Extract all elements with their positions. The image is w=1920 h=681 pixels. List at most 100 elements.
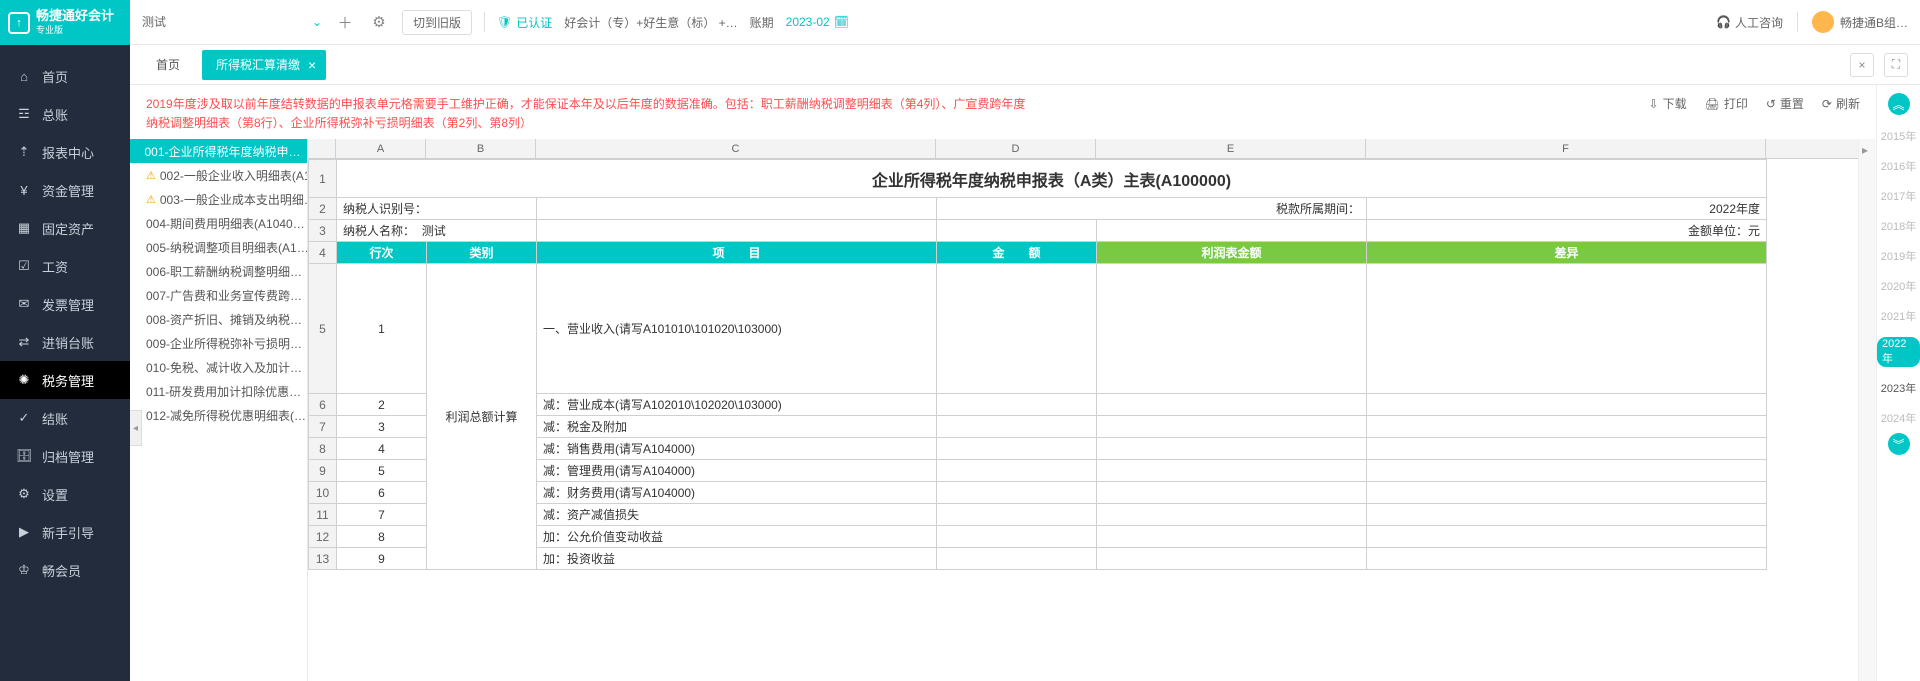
nav-item-6[interactable]: ✉发票管理 [0, 285, 130, 323]
user-menu[interactable]: 畅捷通B组… [1812, 11, 1908, 33]
reset-button[interactable]: ↺重置 [1766, 95, 1804, 112]
year-item[interactable]: 2015年 [1881, 121, 1916, 151]
cell[interactable] [937, 416, 1097, 438]
col-header[interactable]: F [1366, 139, 1766, 158]
year-up-button[interactable]: ︽ [1888, 93, 1910, 115]
cell[interactable]: 加：公允价值变动收益 [537, 526, 937, 548]
cell[interactable] [1367, 438, 1767, 460]
tree-item[interactable]: 011-研发费用加计扣除优惠… [130, 379, 307, 403]
cell[interactable]: 7 [337, 504, 427, 526]
nav-item-7[interactable]: ⇄进销台账 [0, 323, 130, 361]
cell[interactable] [1097, 504, 1367, 526]
cell[interactable] [1097, 416, 1367, 438]
col-header[interactable]: A [336, 139, 426, 158]
certified-badge[interactable]: 🛡 已认证 [497, 14, 552, 31]
consult-button[interactable]: 🎧 人工咨询 [1716, 14, 1783, 31]
category-cell[interactable]: 利润总额计算 [427, 264, 537, 570]
cell[interactable] [1367, 526, 1767, 548]
cell[interactable] [537, 198, 937, 220]
cell[interactable] [1097, 264, 1367, 394]
cell[interactable] [1097, 482, 1367, 504]
cell[interactable]: 减：税金及附加 [537, 416, 937, 438]
col-header[interactable]: E [1096, 139, 1366, 158]
cell[interactable]: 8 [337, 526, 427, 548]
tab-home[interactable]: 首页 [142, 45, 194, 84]
row-header[interactable]: 6 [309, 394, 337, 416]
collapse-tree-handle[interactable]: ◂ [130, 410, 142, 446]
cell[interactable] [1367, 394, 1767, 416]
row-header[interactable]: 7 [309, 416, 337, 438]
nav-item-10[interactable]: 🗄归档管理 [0, 437, 130, 475]
cell[interactable]: 加：投资收益 [537, 548, 937, 570]
year-item[interactable]: 2022年 [1877, 337, 1920, 367]
cell[interactable] [537, 220, 937, 242]
settings-gear-icon[interactable]: ⚙ [368, 11, 390, 33]
nav-item-0[interactable]: ⌂首页 [0, 57, 130, 95]
cell[interactable]: 纳税人名称： 测试 [337, 220, 537, 242]
row-header[interactable]: 5 [309, 264, 337, 394]
cell[interactable] [937, 482, 1097, 504]
cell[interactable] [1367, 264, 1767, 394]
year-item[interactable]: 2023年 [1881, 373, 1916, 403]
cell[interactable]: 减：营业成本(请写A102010\102020\103000) [537, 394, 937, 416]
cell[interactable]: 1 [337, 264, 427, 394]
cell[interactable]: 税款所属期间： [937, 198, 1367, 220]
cell[interactable] [1097, 460, 1367, 482]
download-button[interactable]: ⇩下载 [1649, 95, 1687, 112]
row-header[interactable]: 12 [309, 526, 337, 548]
tree-item[interactable]: 006-职工薪酬纳税调整明细… [130, 259, 307, 283]
row-header[interactable]: 2 [309, 198, 337, 220]
year-item[interactable]: 2020年 [1881, 271, 1916, 301]
sheet-scroll-gutter[interactable]: ▸ [1858, 139, 1876, 681]
select-all-corner[interactable] [308, 139, 336, 158]
cell[interactable] [1367, 482, 1767, 504]
cell[interactable] [937, 264, 1097, 394]
close-all-tabs-button[interactable]: × [1850, 53, 1874, 77]
row-header[interactable]: 8 [309, 438, 337, 460]
year-item[interactable]: 2016年 [1881, 151, 1916, 181]
tree-item[interactable]: 005-纳税调整项目明细表(A1… [130, 235, 307, 259]
org-selector[interactable]: 测试 ⌄ [142, 13, 322, 31]
nav-item-1[interactable]: ☲总账 [0, 95, 130, 133]
cell[interactable]: 减：财务费用(请写A104000) [537, 482, 937, 504]
cell[interactable]: 一、营业收入(请写A101010\101020\103000) [537, 264, 937, 394]
cell[interactable]: 9 [337, 548, 427, 570]
nav-item-8[interactable]: ✺税务管理 [0, 361, 130, 399]
cell[interactable] [1367, 548, 1767, 570]
switch-old-version-button[interactable]: 切到旧版 [402, 10, 472, 35]
row-header[interactable]: 3 [309, 220, 337, 242]
cell[interactable] [1367, 460, 1767, 482]
tree-item[interactable]: 012-减免所得税优惠明细表(… [130, 403, 307, 427]
refresh-button[interactable]: ⟳刷新 [1822, 95, 1860, 112]
cell[interactable] [1097, 526, 1367, 548]
cell[interactable] [937, 460, 1097, 482]
cell[interactable] [1097, 394, 1367, 416]
cell[interactable]: 减：资产减值损失 [537, 504, 937, 526]
cell[interactable] [937, 394, 1097, 416]
fullscreen-button[interactable]: ⛶ [1884, 53, 1908, 77]
cell[interactable] [937, 526, 1097, 548]
cell[interactable]: 5 [337, 460, 427, 482]
row-header[interactable]: 1 [309, 160, 337, 198]
add-button[interactable]: ＋ [334, 11, 356, 33]
col-header[interactable]: B [426, 139, 536, 158]
cell[interactable] [937, 220, 1097, 242]
period-picker[interactable]: 2023-02 🗓 [786, 15, 849, 29]
cell[interactable]: 2022年度 [1367, 198, 1767, 220]
tree-item[interactable]: 010-免税、减计收入及加计… [130, 355, 307, 379]
nav-item-13[interactable]: ♔畅会员 [0, 551, 130, 589]
nav-item-12[interactable]: ▶新手引导 [0, 513, 130, 551]
cell[interactable]: 减：销售费用(请写A104000) [537, 438, 937, 460]
tab-active[interactable]: 所得税汇算清缴 × [202, 50, 326, 80]
col-header[interactable]: C [536, 139, 936, 158]
cell[interactable]: 减：管理费用(请写A104000) [537, 460, 937, 482]
cell[interactable]: 6 [337, 482, 427, 504]
row-header[interactable]: 4 [309, 242, 337, 264]
nav-item-2[interactable]: ⇡报表中心 [0, 133, 130, 171]
brand-logo[interactable]: ↑ 畅捷通好会计 专业版 [0, 0, 130, 45]
print-button[interactable]: 🖨打印 [1705, 95, 1748, 112]
row-header[interactable]: 13 [309, 548, 337, 570]
year-item[interactable]: 2017年 [1881, 181, 1916, 211]
tree-item[interactable]: 009-企业所得税弥补亏损明… [130, 331, 307, 355]
nav-item-9[interactable]: ✓结账 [0, 399, 130, 437]
